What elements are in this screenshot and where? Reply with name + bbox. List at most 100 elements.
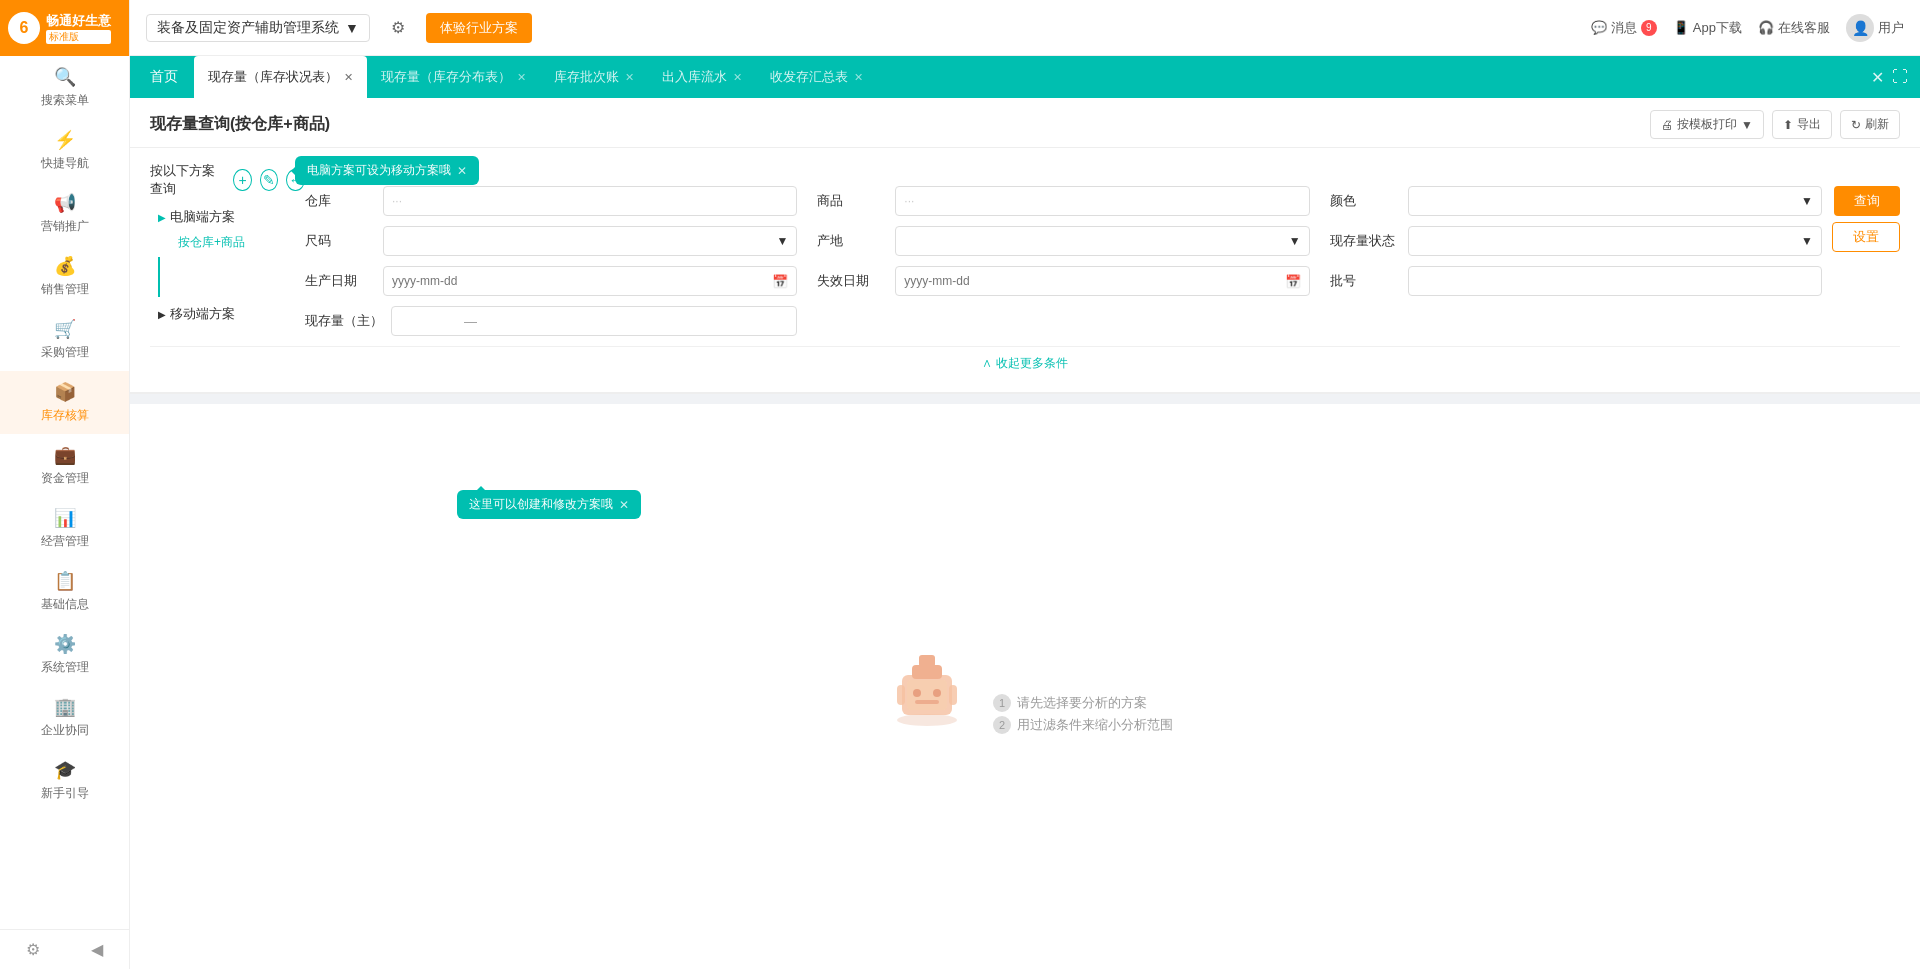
tooltip2-close-btn[interactable]: ✕ xyxy=(619,498,629,512)
svg-point-3 xyxy=(913,689,921,697)
user-label: 用户 xyxy=(1878,19,1904,37)
empty-content: 1 请先选择要分析的方案 2 用过滤条件来缩小分析范围 xyxy=(877,635,1173,738)
expiry-date-input[interactable]: 📅 xyxy=(895,266,1309,296)
stock-qty-max[interactable] xyxy=(481,314,541,328)
sidebar-item-marketing[interactable]: 📢 营销推广 xyxy=(0,182,129,245)
reset-button[interactable]: 设置 xyxy=(1832,222,1900,252)
operation-icon: 📊 xyxy=(54,507,76,529)
tab-batch-ledger[interactable]: 库存批次账 ✕ xyxy=(540,56,648,98)
search-button[interactable]: 查询 xyxy=(1834,186,1900,216)
sidebar-item-newbie[interactable]: 🎓 新手引导 xyxy=(0,749,129,812)
online-support-item[interactable]: 🎧 在线客服 xyxy=(1758,19,1830,37)
tab-in-out-flow[interactable]: 出入库流水 ✕ xyxy=(648,56,756,98)
system-name: 装备及固定资产辅助管理系统 xyxy=(157,19,339,37)
experience-button[interactable]: 体验行业方案 xyxy=(426,13,532,43)
tab-home[interactable]: 首页 xyxy=(134,56,194,98)
color-select[interactable]: ▼ xyxy=(1408,186,1822,216)
settings-btn[interactable]: ⚙ xyxy=(26,940,40,959)
tab-close-icon[interactable]: ✕ xyxy=(854,71,863,84)
content: 现存量查询(按仓库+商品) 🖨 按模板打印 ▼ ⬆ 导出 ↻ 刷新 xyxy=(130,98,1920,969)
sidebar-item-finance[interactable]: 💼 资金管理 xyxy=(0,434,129,497)
dropdown-icon: ▼ xyxy=(1801,194,1813,208)
pc-scheme-toggle[interactable]: ▶ 电脑端方案 xyxy=(150,204,305,230)
sidebar-item-enterprise[interactable]: 🏢 企业协同 xyxy=(0,686,129,749)
tab-close-all-btn[interactable]: ✕ xyxy=(1871,68,1884,87)
expiry-date-row: 失效日期 📅 xyxy=(817,266,1309,296)
svg-rect-6 xyxy=(897,685,905,705)
tab-in-out-flow-label: 出入库流水 xyxy=(662,68,727,86)
dropdown-arrow-icon: ▼ xyxy=(1741,118,1753,132)
tab-close-icon[interactable]: ✕ xyxy=(517,71,526,84)
tab-inventory-status[interactable]: 现存量（库存状况表） ✕ xyxy=(194,56,367,98)
sidebar-item-base-info[interactable]: 📋 基础信息 xyxy=(0,560,129,623)
export-button[interactable]: ⬆ 导出 xyxy=(1772,110,1832,139)
tooltip1-container: 电脑方案可设为移动方案哦 ✕ xyxy=(295,156,479,185)
logo-brand: 畅通好生意 xyxy=(46,12,111,30)
calendar-icon2[interactable]: 📅 xyxy=(1285,274,1301,289)
production-date-input[interactable]: 📅 xyxy=(383,266,797,296)
stock-status-select[interactable]: ▼ xyxy=(1408,226,1822,256)
tooltip1-close-btn[interactable]: ✕ xyxy=(457,164,467,178)
sales-icon: 💰 xyxy=(54,255,76,277)
tab-close-icon[interactable]: ✕ xyxy=(625,71,634,84)
sidebar-item-quick-nav[interactable]: ⚡ 快捷导航 xyxy=(0,119,129,182)
finance-icon: 💼 xyxy=(54,444,76,466)
pc-scheme-sub-item[interactable]: 按仓库+商品 xyxy=(170,230,305,255)
print-button[interactable]: 🖨 按模板打印 ▼ xyxy=(1650,110,1764,139)
print-label: 按模板打印 xyxy=(1677,116,1737,133)
system-selector[interactable]: 装备及固定资产辅助管理系统 ▼ xyxy=(146,14,370,42)
sidebar-item-operation[interactable]: 📊 经营管理 xyxy=(0,497,129,560)
add-scheme-btn[interactable]: + xyxy=(233,169,252,191)
expiry-date-field[interactable] xyxy=(904,274,1280,288)
sidebar-item-system[interactable]: ⚙️ 系统管理 xyxy=(0,623,129,686)
message-badge: 9 xyxy=(1641,20,1657,36)
marketing-icon: 📢 xyxy=(54,192,76,214)
user-item[interactable]: 👤 用户 xyxy=(1846,14,1904,42)
headset-icon: 🎧 xyxy=(1758,20,1774,35)
scheme-left: 按以下方案查询 + ✎ ← ▶ 电脑端方案 按仓库+商品 xyxy=(150,160,305,327)
calendar-icon[interactable]: 📅 xyxy=(772,274,788,289)
filter-section: 按以下方案查询 + ✎ ← ▶ 电脑端方案 按仓库+商品 xyxy=(130,148,1920,394)
edit-scheme-btn[interactable]: ✎ xyxy=(260,169,279,191)
mobile-scheme-toggle[interactable]: ▶ 移动端方案 xyxy=(150,301,305,327)
warehouse-select[interactable]: ··· xyxy=(383,186,797,216)
quick-nav-icon: ⚡ xyxy=(54,129,76,151)
app-download-item[interactable]: 📱 App下载 xyxy=(1673,19,1742,37)
dropdown-icon: ▼ xyxy=(1289,234,1301,248)
batch-no-input[interactable] xyxy=(1408,266,1822,296)
gear-button[interactable]: ⚙ xyxy=(382,12,414,44)
sidebar-item-sales[interactable]: 💰 销售管理 xyxy=(0,245,129,308)
export-icon: ⬆ xyxy=(1783,118,1793,132)
tab-close-icon[interactable]: ✕ xyxy=(733,71,742,84)
app-download-label: App下载 xyxy=(1693,19,1742,37)
origin-select[interactable]: ▼ xyxy=(895,226,1309,256)
product-label: 商品 xyxy=(817,192,887,210)
svg-rect-7 xyxy=(949,685,957,705)
product-select[interactable]: ··· xyxy=(895,186,1309,216)
sidebar-item-search-menu[interactable]: 🔍 搜索菜单 xyxy=(0,56,129,119)
sidebar-item-purchase[interactable]: 🛒 采购管理 xyxy=(0,308,129,371)
tab-inventory-dist[interactable]: 现存量（库存分布表） ✕ xyxy=(367,56,540,98)
tab-receive-send[interactable]: 收发存汇总表 ✕ xyxy=(756,56,877,98)
svg-rect-8 xyxy=(912,665,942,679)
size-select[interactable]: ▼ xyxy=(383,226,797,256)
collapse-btn[interactable]: ◀ xyxy=(91,940,103,959)
sidebar-item-inventory[interactable]: 📦 库存核算 xyxy=(0,371,129,434)
dots-icon: ··· xyxy=(392,194,402,208)
chevron-right-icon: ▶ xyxy=(158,309,166,320)
refresh-button[interactable]: ↻ 刷新 xyxy=(1840,110,1900,139)
tab-close-icon[interactable]: ✕ xyxy=(344,71,353,84)
batch-no-row: 批号 xyxy=(1330,266,1822,296)
stock-qty-row: 现存量（主） — xyxy=(305,306,797,336)
stock-qty-min[interactable] xyxy=(400,314,460,328)
message-item[interactable]: 💬 消息 9 xyxy=(1591,19,1657,37)
filter-header: 按以下方案查询 + ✎ ← xyxy=(150,162,305,198)
tip-text-2: 用过滤条件来缩小分析范围 xyxy=(1017,716,1173,734)
sidebar-item-label: 资金管理 xyxy=(41,470,89,487)
size-row: 尺码 ▼ xyxy=(305,226,797,256)
production-date-field[interactable] xyxy=(392,274,768,288)
tab-maximize-btn[interactable]: ⛶ xyxy=(1892,68,1908,86)
stock-status-row: 现存量状态 ▼ xyxy=(1330,226,1822,256)
collapse-bar[interactable]: ∧ 收起更多条件 xyxy=(150,346,1900,380)
pc-scheme-sublist: 按仓库+商品 xyxy=(150,230,305,255)
